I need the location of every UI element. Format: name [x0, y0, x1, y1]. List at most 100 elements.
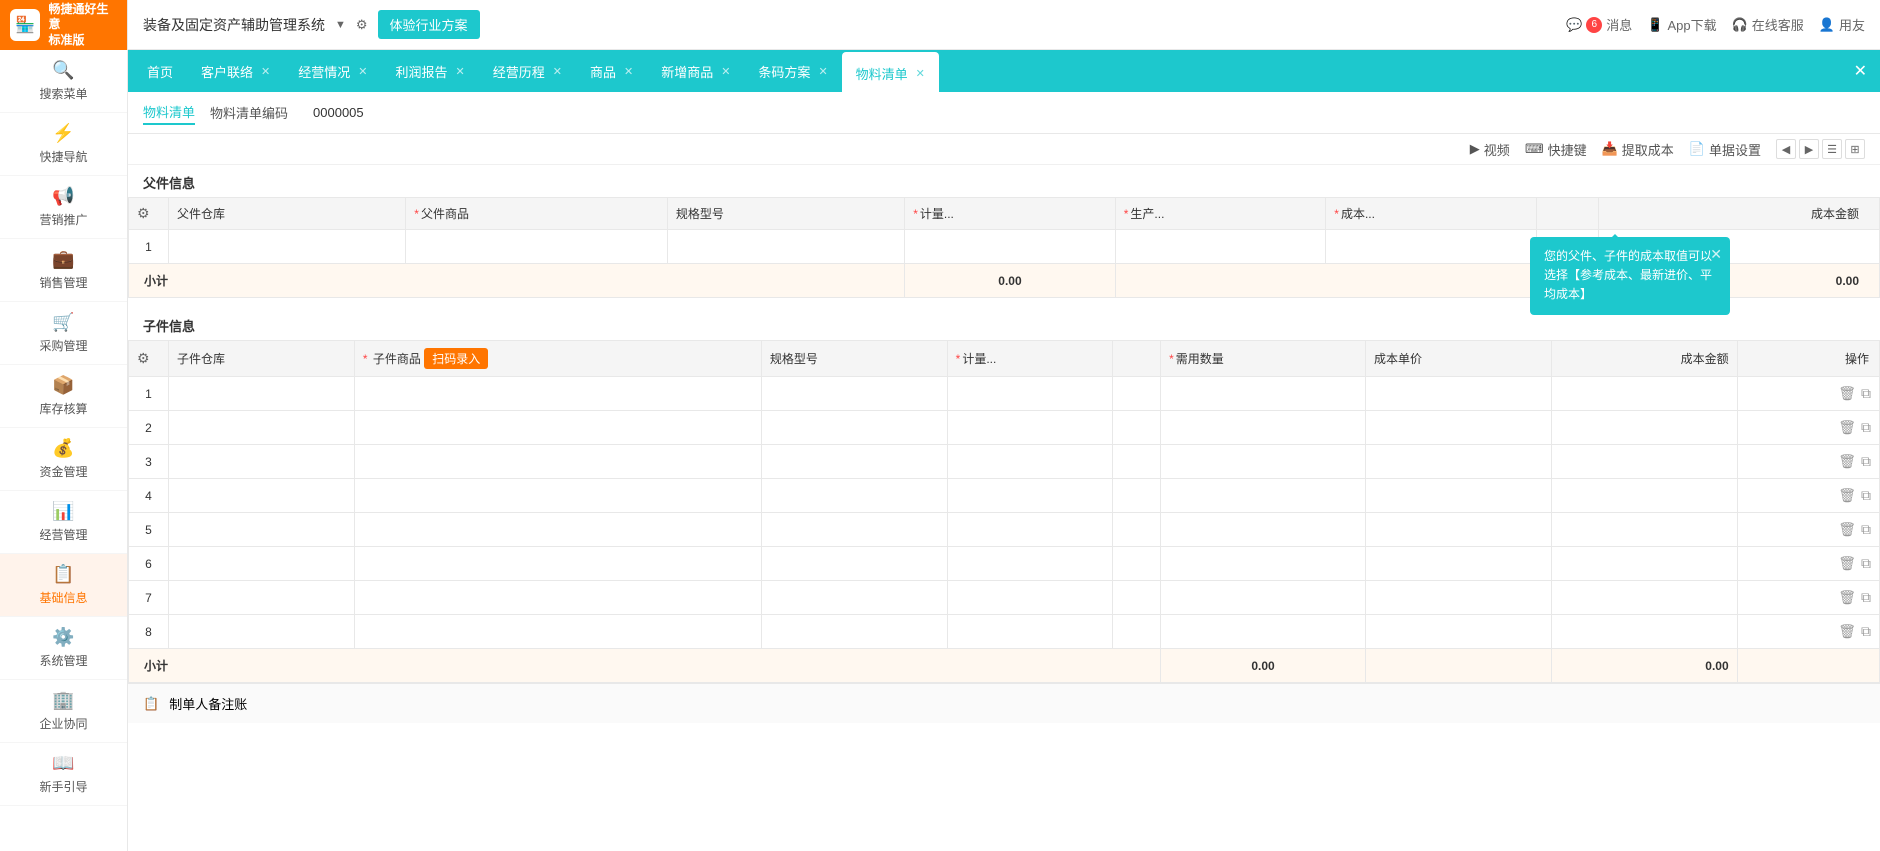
- tab-business[interactable]: 经营情况✕: [284, 50, 381, 92]
- parent-cell-warehouse[interactable]: [169, 230, 406, 264]
- child-cell-unit-cost-8[interactable]: [1365, 615, 1551, 649]
- child-cell-spec-7[interactable]: [761, 581, 947, 615]
- child-cell-warehouse-7[interactable]: [169, 581, 355, 615]
- subtab-bom-code[interactable]: 物料清单编码: [210, 101, 288, 124]
- child-cell-warehouse-6[interactable]: [169, 547, 355, 581]
- child-cell-unit-cost-5[interactable]: [1365, 513, 1551, 547]
- child-cell-spec-3[interactable]: [761, 445, 947, 479]
- child-cell-warehouse-4[interactable]: [169, 479, 355, 513]
- tab-goods[interactable]: 商品✕: [576, 50, 647, 92]
- video-btn[interactable]: ▶ 视频: [1470, 140, 1510, 159]
- child-cell-unit-cost-7[interactable]: [1365, 581, 1551, 615]
- copy-icon-2[interactable]: ⧉: [1861, 419, 1871, 436]
- app-download-btn[interactable]: 📱 App下载: [1647, 15, 1716, 34]
- delete-icon-6[interactable]: 🗑: [1838, 555, 1856, 572]
- child-cell-warehouse-5[interactable]: [169, 513, 355, 547]
- child-cell-product-7[interactable]: [354, 581, 761, 615]
- settings-icon[interactable]: ⚙: [356, 17, 368, 33]
- tab-close-history[interactable]: ✕: [553, 65, 562, 78]
- child-cell-product-6[interactable]: [354, 547, 761, 581]
- tab-newgoods[interactable]: 新增商品✕: [647, 50, 744, 92]
- delete-icon-7[interactable]: 🗑: [1838, 589, 1856, 606]
- delete-icon-2[interactable]: 🗑: [1838, 419, 1856, 436]
- sidebar-item-quicknav[interactable]: ⚡ 快捷导航: [0, 113, 127, 176]
- child-cell-unit-2[interactable]: [947, 411, 1112, 445]
- tab-profit[interactable]: 利润报告✕: [381, 50, 478, 92]
- sidebar-item-inventory[interactable]: 📦 库存核算: [0, 365, 127, 428]
- child-gear-icon[interactable]: ⚙: [137, 350, 150, 366]
- child-cell-quantity-6[interactable]: [1161, 547, 1366, 581]
- child-cell-quantity-7[interactable]: [1161, 581, 1366, 615]
- child-cell-warehouse-1[interactable]: [169, 377, 355, 411]
- parent-cell-product[interactable]: [406, 230, 668, 264]
- delete-icon-5[interactable]: 🗑: [1838, 521, 1856, 538]
- child-cell-quantity-8[interactable]: [1161, 615, 1366, 649]
- child-cell-unit-4[interactable]: [947, 479, 1112, 513]
- copy-icon-8[interactable]: ⧉: [1861, 623, 1871, 640]
- tab-close-profit[interactable]: ✕: [456, 65, 465, 78]
- tab-customers[interactable]: 客户联络✕: [187, 50, 284, 92]
- extract-cost-btn[interactable]: 📥 提取成本: [1602, 140, 1674, 159]
- sidebar-item-marketing[interactable]: 📢 营销推广: [0, 176, 127, 239]
- parent-cell-spec[interactable]: [667, 230, 904, 264]
- copy-icon-5[interactable]: ⧉: [1861, 521, 1871, 538]
- sidebar-item-enterprise[interactable]: 🏢 企业协同: [0, 680, 127, 743]
- child-cell-unit-1[interactable]: [947, 377, 1112, 411]
- child-cell-product-5[interactable]: [354, 513, 761, 547]
- child-cell-product-8[interactable]: [354, 615, 761, 649]
- scan-btn[interactable]: 扫码录入: [424, 348, 488, 369]
- copy-icon-6[interactable]: ⧉: [1861, 555, 1871, 572]
- child-cell-unit-cost-6[interactable]: [1365, 547, 1551, 581]
- child-cell-unit-8[interactable]: [947, 615, 1112, 649]
- sidebar-item-purchase[interactable]: 🛒 采购管理: [0, 302, 127, 365]
- copy-icon-1[interactable]: ⧉: [1861, 385, 1871, 402]
- child-cell-spec-8[interactable]: [761, 615, 947, 649]
- message-btn[interactable]: 💬 6 消息: [1566, 15, 1632, 34]
- child-cell-unit-7[interactable]: [947, 581, 1112, 615]
- child-cell-quantity-3[interactable]: [1161, 445, 1366, 479]
- copy-icon-7[interactable]: ⧉: [1861, 589, 1871, 606]
- delete-icon-1[interactable]: 🗑: [1838, 385, 1856, 402]
- child-cell-quantity-2[interactable]: [1161, 411, 1366, 445]
- nav-menu-btn[interactable]: ☰: [1822, 139, 1842, 159]
- sidebar-item-finance[interactable]: 💰 资金管理: [0, 428, 127, 491]
- child-cell-product-3[interactable]: [354, 445, 761, 479]
- tab-close-bom[interactable]: ✕: [916, 67, 925, 80]
- child-cell-unit-cost-3[interactable]: [1365, 445, 1551, 479]
- delete-icon-8[interactable]: 🗑: [1838, 623, 1856, 640]
- online-service-btn[interactable]: 🎧 在线客服: [1732, 15, 1804, 34]
- child-cell-spec-4[interactable]: [761, 479, 947, 513]
- tab-close-all[interactable]: ✕: [1846, 61, 1875, 81]
- tab-close-barcode[interactable]: ✕: [818, 65, 827, 78]
- parent-cell-production[interactable]: [1115, 230, 1326, 264]
- delete-icon-4[interactable]: 🗑: [1838, 487, 1856, 504]
- child-cell-warehouse-8[interactable]: [169, 615, 355, 649]
- nav-grid-btn[interactable]: ⊞: [1845, 139, 1865, 159]
- child-cell-unit-cost-2[interactable]: [1365, 411, 1551, 445]
- child-cell-product-4[interactable]: [354, 479, 761, 513]
- child-cell-product-2[interactable]: [354, 411, 761, 445]
- child-cell-quantity-4[interactable]: [1161, 479, 1366, 513]
- sidebar-item-sales[interactable]: 💼 销售管理: [0, 239, 127, 302]
- child-cell-spec-5[interactable]: [761, 513, 947, 547]
- nav-right-btn[interactable]: ▶: [1799, 139, 1819, 159]
- child-cell-unit-cost-4[interactable]: [1365, 479, 1551, 513]
- tab-history[interactable]: 经营历程✕: [479, 50, 576, 92]
- user-avatar[interactable]: 👤 用友: [1819, 15, 1865, 34]
- tab-barcode[interactable]: 条码方案✕: [744, 50, 841, 92]
- parent-cell-unit[interactable]: [905, 230, 1116, 264]
- tooltip-close-btn[interactable]: ✕: [1710, 243, 1722, 265]
- tab-home[interactable]: 首页: [133, 50, 187, 92]
- tab-close-newgoods[interactable]: ✕: [721, 65, 730, 78]
- sidebar-item-guide[interactable]: 📖 新手引导: [0, 743, 127, 806]
- child-cell-spec-2[interactable]: [761, 411, 947, 445]
- copy-icon-4[interactable]: ⧉: [1861, 487, 1871, 504]
- shortcut-btn[interactable]: ⌨ 快捷键: [1525, 140, 1587, 159]
- gear-icon[interactable]: ⚙: [137, 205, 150, 221]
- tab-close-business[interactable]: ✕: [358, 65, 367, 78]
- child-cell-spec-6[interactable]: [761, 547, 947, 581]
- sidebar-item-search[interactable]: 🔍 搜索菜单: [0, 50, 127, 113]
- experience-btn[interactable]: 体验行业方案: [378, 10, 480, 39]
- child-cell-quantity-5[interactable]: [1161, 513, 1366, 547]
- parent-cell-cost[interactable]: [1326, 230, 1537, 264]
